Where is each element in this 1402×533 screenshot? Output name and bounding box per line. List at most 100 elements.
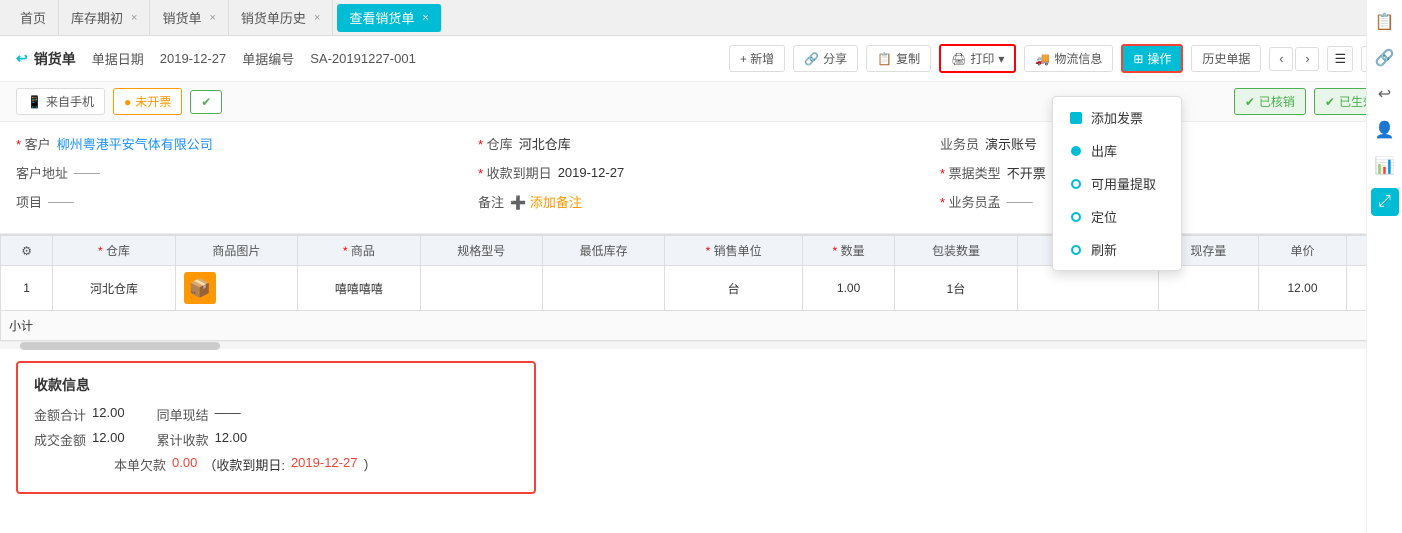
new-button[interactable]: + 新增 — [729, 45, 785, 72]
warehouse-field: 仓库 河北仓库 — [478, 134, 924, 153]
doc-actions: + 新增 🔗 分享 📋 复制 🖨 打印 ▾ 🚚 物流信息 ⊞ 操作 — [729, 44, 1386, 73]
share-button[interactable]: 🔗 分享 — [793, 45, 858, 72]
next-arrow[interactable]: › — [1295, 47, 1319, 71]
sidebar-expand-icon[interactable]: ⤢ — [1371, 188, 1399, 216]
note-label: 备注 — [478, 192, 504, 211]
row-min-stock — [542, 266, 664, 311]
total-value: 12.00 — [92, 405, 125, 424]
right-sidebar: 📋 🔗 ↩ 👤 📊 ⤢ — [1366, 0, 1402, 533]
same-order-field: 同单现结 —— — [157, 405, 241, 424]
project-label: 项目 — [16, 192, 42, 211]
add-invoice-label: 添加发票 — [1091, 108, 1143, 127]
logistics-button[interactable]: 🚚 物流信息 — [1024, 45, 1113, 72]
copy-label: 复制 — [896, 50, 920, 67]
due-date-field: 收款到期日 2019-12-27 — [478, 163, 924, 182]
tab-home[interactable]: 首页 — [8, 0, 59, 35]
not-open-label: 未开票 — [135, 93, 171, 110]
customer-value[interactable]: 柳州粤港平安气体有限公司 — [57, 134, 213, 153]
prev-arrow[interactable]: ‹ — [1269, 47, 1293, 71]
customer-field: 客户 柳州粤港平安气体有限公司 — [16, 134, 462, 153]
items-table: ⚙ 仓库 商品图片 商品 规格型号 最低库存 销售单位 数量 包装数量 可用量（… — [0, 235, 1402, 341]
warehouse-label: 仓库 — [478, 134, 513, 153]
copy-button[interactable]: 📋 复制 — [866, 45, 931, 72]
sidebar-chart-icon[interactable]: 📊 — [1371, 152, 1399, 180]
ticket-label: 票据类型 — [940, 163, 1001, 182]
due-hint: （收款到期日: — [203, 455, 285, 474]
operations-dropdown: 添加发票 出库 可用量提取 定位 刷新 — [1052, 96, 1182, 271]
confirm-icon: ✔ — [201, 95, 211, 109]
tab-sales-close[interactable]: × — [209, 12, 215, 24]
operations-button[interactable]: ⊞ 操作 — [1121, 44, 1183, 73]
note-field: 备注 ➕ 添加备注 — [478, 192, 924, 211]
print-icon: 🖨 — [951, 52, 966, 66]
locate-icon — [1069, 210, 1083, 224]
row-num: 1 — [1, 266, 53, 311]
locate-item[interactable]: 定位 — [1053, 200, 1181, 233]
due-date: 2019-12-27 — [291, 455, 358, 474]
effect-icon: ✔ — [1325, 95, 1335, 109]
col-pack-qty: 包装数量 — [895, 236, 1017, 266]
row-qty: 1.00 — [802, 266, 894, 311]
col-price: 单价 — [1258, 236, 1347, 266]
due-date-value: 2019-12-27 — [558, 165, 625, 180]
refresh-item[interactable]: 刷新 — [1053, 233, 1181, 266]
list-view-btn[interactable]: ☰ — [1327, 46, 1353, 72]
available-qty-item[interactable]: 可用量提取 — [1053, 167, 1181, 200]
address-value: —— — [74, 165, 100, 180]
add-invoice-item[interactable]: 添加发票 — [1053, 101, 1181, 134]
col-qty: 数量 — [802, 236, 894, 266]
tab-sales[interactable]: 销货单 × — [150, 0, 228, 35]
total-label: 金额合计 — [34, 405, 86, 424]
tab-sales-history[interactable]: 销货单历史 × — [229, 0, 333, 35]
address-field: 客户地址 —— — [16, 163, 462, 182]
checked-status[interactable]: ✔ 已核销 — [1234, 88, 1306, 115]
print-button[interactable]: 🖨 打印 ▾ — [939, 44, 1016, 73]
scroll-thumb[interactable] — [20, 342, 220, 350]
col-product: 商品 — [298, 236, 420, 266]
table-row: 1 河北仓库 📦 嘻嘻嘻嘻 台 1.00 1台 12.00 — [1, 266, 1402, 311]
history-button[interactable]: 历史单据 — [1191, 45, 1261, 72]
doc-icon: ↩ — [16, 50, 28, 67]
col-gear: ⚙ — [1, 236, 53, 266]
ops-icon: ⊞ — [1133, 52, 1143, 66]
project-value: —— — [48, 194, 74, 209]
add-note-label: 添加备注 — [530, 195, 582, 210]
tab-inventory-label: 库存期初 — [71, 8, 123, 27]
scroll-hint — [0, 341, 1402, 349]
number-value: SA-20191227-001 — [310, 51, 416, 66]
sidebar-user-icon[interactable]: 👤 — [1371, 116, 1399, 144]
locate-label: 定位 — [1091, 207, 1117, 226]
date-value: 2019-12-27 — [160, 51, 227, 66]
staff2-value: —— — [1007, 194, 1033, 209]
tab-view-sales-close[interactable]: × — [422, 12, 428, 24]
from-phone-button[interactable]: 📱 来自手机 — [16, 88, 105, 115]
tab-inventory[interactable]: 库存期初 × — [59, 0, 150, 35]
due-date-label: 收款到期日 — [478, 163, 552, 182]
sidebar-link-icon[interactable]: 🔗 — [1371, 44, 1399, 72]
refresh-label: 刷新 — [1091, 240, 1117, 259]
confirm-button[interactable]: ✔ — [190, 90, 222, 114]
print-label: 打印 — [970, 50, 994, 67]
share-icon: 🔗 — [804, 52, 819, 66]
same-order-label: 同单现结 — [157, 405, 209, 424]
row-available — [1017, 266, 1158, 311]
tab-inventory-close[interactable]: × — [131, 12, 137, 24]
total-field: 金额合计 12.00 — [34, 405, 125, 424]
tab-sales-history-close[interactable]: × — [314, 12, 320, 24]
outbound-icon — [1069, 144, 1083, 158]
tab-home-label: 首页 — [20, 8, 46, 27]
outbound-item[interactable]: 出库 — [1053, 134, 1181, 167]
sidebar-doc-icon[interactable]: 📋 — [1371, 8, 1399, 36]
share-label: 分享 — [823, 50, 847, 67]
subtotal-row: 小计 — [1, 311, 1402, 341]
row-spec — [420, 266, 542, 311]
add-note-button[interactable]: ➕ 添加备注 — [510, 192, 582, 211]
tab-sales-label: 销货单 — [162, 8, 201, 27]
check-icon: ✔ — [1245, 95, 1255, 109]
print-dropdown-icon: ▾ — [998, 52, 1004, 66]
not-open-button[interactable]: ● 未开票 — [113, 88, 182, 115]
tab-view-sales[interactable]: 查看销货单 × — [337, 4, 441, 32]
address-label: 客户地址 — [16, 163, 68, 182]
sidebar-back-icon[interactable]: ↩ — [1371, 80, 1399, 108]
cumulative-field: 累计收款 12.00 — [157, 430, 248, 449]
